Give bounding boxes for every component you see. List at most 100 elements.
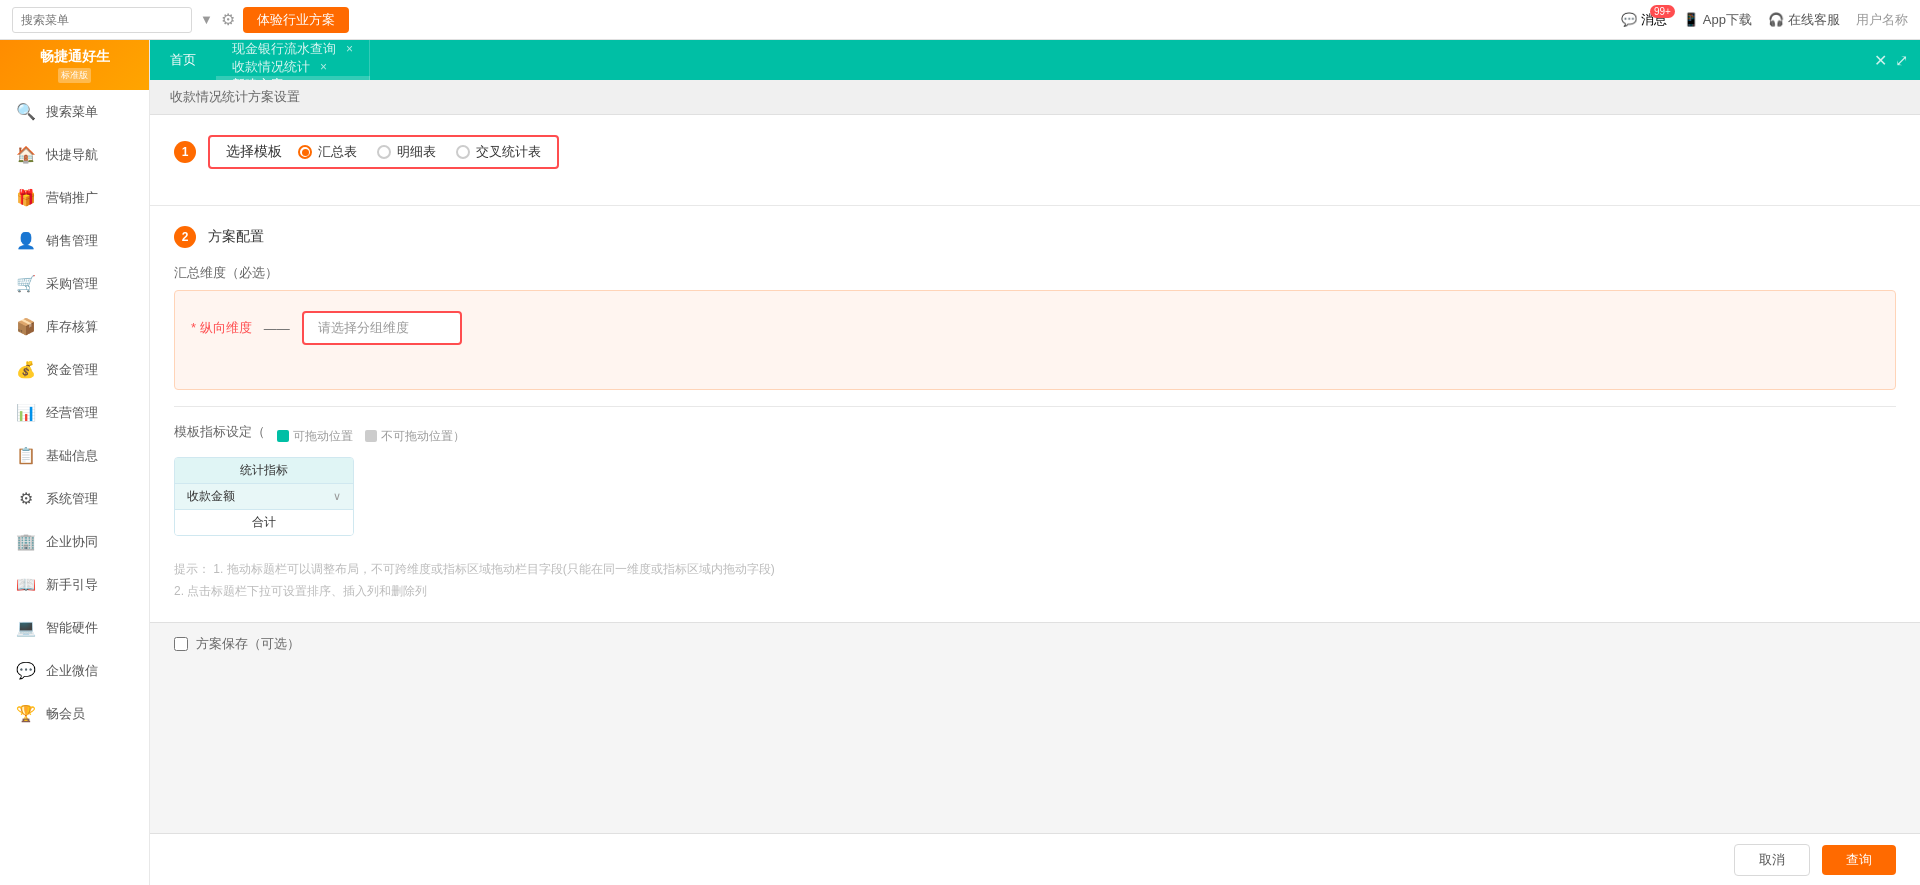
radio-label-detail: 明细表 [397, 143, 436, 161]
dropdown-arrow-icon[interactable]: ▼ [200, 12, 213, 27]
sidebar-item-basic-info[interactable]: 📋基础信息 [0, 434, 149, 477]
save-area: 方案保存（可选） [150, 622, 1920, 665]
sidebar-item-collab[interactable]: 🏢企业协同 [0, 520, 149, 563]
footer-actions: 取消 查询 [150, 833, 1920, 885]
collab-icon: 🏢 [16, 532, 36, 551]
tab-label-0: 现金银行流水查询 [232, 40, 336, 58]
tab-items: 现金银行流水查询×收款情况统计×新建方案× [216, 40, 370, 80]
marketing-icon: 🎁 [16, 188, 36, 207]
tab-label-1: 收款情况统计 [232, 58, 310, 76]
sidebar-item-search-menu[interactable]: 🔍搜索菜单 [0, 90, 149, 133]
radio-label-cross: 交叉统计表 [476, 143, 541, 161]
save-checkbox[interactable] [174, 637, 188, 651]
dim-select-dropdown[interactable]: 请选择分组维度 [302, 311, 462, 345]
radio-circle-detail [377, 145, 391, 159]
stats-table-data-row[interactable]: 收款金额 ∨ [175, 484, 353, 510]
gear-icon[interactable]: ⚙ [221, 10, 235, 29]
sidebar-item-guide[interactable]: 📖新手引导 [0, 563, 149, 606]
breadcrumb-input[interactable] [12, 7, 192, 33]
tab-0[interactable]: 现金银行流水查询 × [216, 40, 370, 58]
tab-1[interactable]: 收款情况统计 × [216, 58, 370, 76]
finance-icon: 💰 [16, 360, 36, 379]
section-config: 2 方案配置 汇总维度（必选） * 纵向维度 —— 请选择分组维度 [150, 206, 1920, 622]
system-icon: ⚙ [16, 489, 36, 508]
sidebar-item-purchase[interactable]: 🛒 采购管理 [0, 262, 149, 305]
sidebar-item-system[interactable]: ⚙系统管理 [0, 477, 149, 520]
step1-label: 选择模板 [226, 143, 282, 161]
tips-area: 提示： 1. 拖动标题栏可以调整布局，不可跨维度或指标区域拖动栏目字段(只能在同… [174, 559, 1896, 602]
sidebar-label-search-menu: 搜索菜单 [46, 103, 98, 121]
metrics-hint-row: 模板指标设定（ 可拖动位置 不可拖动位置） [174, 423, 1896, 449]
tab-home[interactable]: 首页 [150, 40, 216, 80]
dim-title: 汇总维度（必选） [174, 264, 1896, 282]
layout: 畅捷通好生 标准版 🔍搜索菜单🏠快捷导航🎁营销推广👤销售管理 🛒 采购管理 📦库存核算… [0, 40, 1920, 885]
required-dim-label: * 纵向维度 [191, 319, 252, 337]
sidebar-item-operation[interactable]: 📊经营管理 [0, 391, 149, 434]
top-bar: ▼ ⚙ 体验行业方案 💬 消息 99+ 📱 App下载 🎧 在线客服 用户名称 [0, 0, 1920, 40]
hint-draggable-label: 可拖动位置 [293, 428, 353, 445]
sidebar-item-quick-nav[interactable]: 🏠快捷导航 [0, 133, 149, 176]
sidebar-item-member[interactable]: 🏆畅会员 [0, 692, 149, 735]
stats-total-row: 合计 [175, 510, 353, 535]
sidebar-items: 🔍搜索菜单🏠快捷导航🎁营销推广👤销售管理 🛒 采购管理 📦库存核算 💰 资金管理 📊经营管理… [0, 90, 149, 735]
member-icon: 🏆 [16, 704, 36, 723]
online-service[interactable]: 🎧 在线客服 [1768, 11, 1840, 29]
metrics-area: 模板指标设定（ 可拖动位置 不可拖动位置） 统计指标 [174, 406, 1896, 539]
top-bar-right: 💬 消息 99+ 📱 App下载 🎧 在线客服 用户名称 [1621, 11, 1908, 29]
dim-arrow: —— [264, 321, 290, 336]
logo-text: 畅捷通好生 [40, 48, 110, 66]
dim-row: * 纵向维度 —— 请选择分组维度 [191, 311, 1879, 345]
guide-icon: 📖 [16, 575, 36, 594]
message-area[interactable]: 💬 消息 99+ [1621, 11, 1667, 29]
step2-label: 方案配置 [208, 228, 264, 246]
query-button[interactable]: 查询 [1822, 845, 1896, 875]
main: 首页 现金银行流水查询×收款情况统计×新建方案× ✕ ⤢ 收款情况统计方案设置 … [150, 40, 1920, 885]
stats-table-preview: 统计指标 收款金额 ∨ 合计 [174, 457, 354, 536]
sidebar-label-purchase: 采购管理 [46, 275, 98, 293]
section-template: 1 选择模板 汇总表 [150, 115, 1920, 206]
sidebar-item-marketing[interactable]: 🎁营销推广 [0, 176, 149, 219]
tab-close-0[interactable]: × [346, 42, 353, 56]
step1-number: 1 [174, 141, 196, 163]
non-draggable-icon [365, 430, 377, 442]
sidebar: 畅捷通好生 标准版 🔍搜索菜单🏠快捷导航🎁营销推广👤销售管理 🛒 采购管理 📦库存核算… [0, 40, 150, 885]
sidebar-item-wechat[interactable]: 💬企业微信 [0, 649, 149, 692]
quick-nav-icon: 🏠 [16, 145, 36, 164]
app-label: App下载 [1703, 11, 1752, 29]
trial-button[interactable]: 体验行业方案 [243, 7, 349, 33]
user-name: 用户名称 [1856, 11, 1908, 29]
tip-2: 2. 点击标题栏下拉可设置排序、插入列和删除列 [174, 581, 1896, 603]
dimension-area: 汇总维度（必选） * 纵向维度 —— 请选择分组维度 [174, 264, 1896, 390]
step2-number: 2 [174, 226, 196, 248]
sidebar-item-hardware[interactable]: 💻智能硬件 [0, 606, 149, 649]
purchase-icon: 🛒 [16, 274, 36, 293]
radio-cross[interactable]: 交叉统计表 [456, 143, 541, 161]
cancel-button[interactable]: 取消 [1734, 844, 1810, 876]
step1-bordered: 选择模板 汇总表 明 [208, 135, 559, 169]
sidebar-label-finance: 资金管理 [46, 361, 98, 379]
inventory-icon: 📦 [16, 317, 36, 336]
logo-area: 畅捷通好生 标准版 [0, 40, 149, 90]
sidebar-item-finance[interactable]: 💰 资金管理 [0, 348, 149, 391]
radio-label-summary: 汇总表 [318, 143, 357, 161]
metrics-section-label: 模板指标设定（ [174, 423, 265, 441]
tabs-bar: 首页 现金银行流水查询×收款情况统计×新建方案× ✕ ⤢ [150, 40, 1920, 80]
tabs-right: ✕ ⤢ [1874, 40, 1920, 80]
tab-close-1[interactable]: × [320, 60, 327, 74]
close-window-icon[interactable]: ✕ [1874, 51, 1887, 70]
sidebar-label-basic-info: 基础信息 [46, 447, 98, 465]
sidebar-item-sales[interactable]: 👤销售管理 [0, 219, 149, 262]
radio-detail[interactable]: 明细表 [377, 143, 436, 161]
app-download[interactable]: 📱 App下载 [1683, 11, 1752, 29]
stats-dropdown-icon[interactable]: ∨ [333, 490, 341, 503]
edition-badge: 标准版 [58, 68, 91, 83]
sales-icon: 👤 [16, 231, 36, 250]
operation-icon: 📊 [16, 403, 36, 422]
expand-icon[interactable]: ⤢ [1895, 51, 1908, 70]
sidebar-label-hardware: 智能硬件 [46, 619, 98, 637]
radio-dot-summary [302, 149, 309, 156]
radio-summary[interactable]: 汇总表 [298, 143, 357, 161]
sidebar-item-inventory[interactable]: 📦库存核算 [0, 305, 149, 348]
logo-inner: 畅捷通好生 标准版 [40, 48, 110, 83]
service-label: 在线客服 [1788, 11, 1840, 29]
